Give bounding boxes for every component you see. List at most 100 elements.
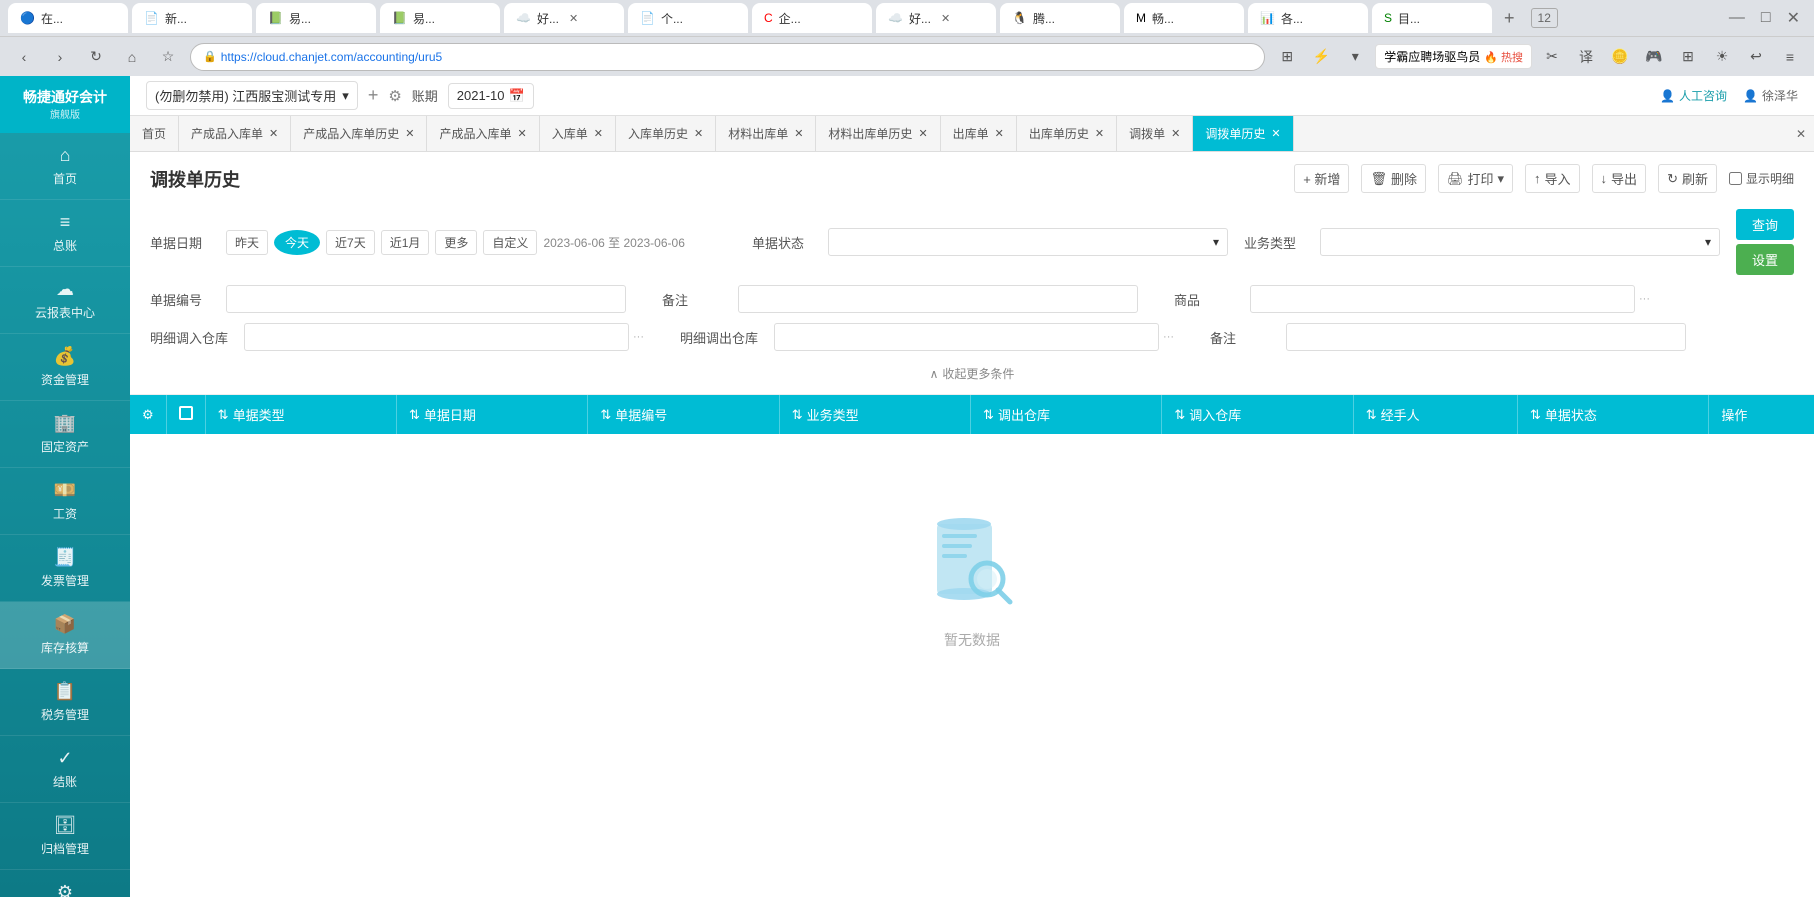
tab-material-out[interactable]: 材料出库单 ✕ (716, 116, 816, 152)
date-btn-yesterday[interactable]: 昨天 (226, 230, 268, 255)
refresh-button[interactable]: ↻ (82, 43, 110, 71)
tab-material-out-close[interactable]: ✕ (794, 127, 803, 140)
browser-tab-0[interactable]: 🔵 在... (8, 3, 128, 33)
tab-stock-in-close[interactable]: ✕ (594, 127, 603, 140)
tab-product-in-history-close[interactable]: ✕ (405, 127, 414, 140)
sidebar-item-invoice[interactable]: 🧾 发票管理 (0, 535, 130, 602)
status-filter-select[interactable]: ▾ (828, 228, 1228, 256)
sidebar-item-reports[interactable]: ☁ 云报表中心 (0, 267, 130, 334)
detail-remark-input[interactable] (1286, 323, 1686, 351)
tab-stock-out-close[interactable]: ✕ (995, 127, 1004, 140)
company-selector[interactable]: (勿删勿禁用) 江西服宝测试专用 ▾ (146, 81, 358, 110)
lightning-button[interactable]: ⚡ (1307, 43, 1335, 71)
tab-product-in[interactable]: 产成品入库单 ✕ (179, 116, 291, 152)
grid-icon[interactable]: ⊞ (1674, 43, 1702, 71)
date-btn-custom[interactable]: 自定义 (483, 230, 537, 255)
search-bar[interactable]: 学霸应聘场驱鸟员 🔥 热搜 (1375, 44, 1532, 69)
tab-material-out-history[interactable]: 材料出库单历史 ✕ (816, 116, 940, 152)
tab-stock-out-history[interactable]: 出库单历史 ✕ (1017, 116, 1117, 152)
home-button[interactable]: ⌂ (118, 43, 146, 71)
sidebar-item-ledger[interactable]: ≡ 总账 (0, 200, 130, 267)
th-checkbox[interactable] (166, 395, 205, 434)
maximize-button[interactable]: □ (1755, 9, 1777, 27)
th-transfer-in[interactable]: ⇅ 调入仓库 (1162, 395, 1353, 434)
undo-icon[interactable]: ↩ (1742, 43, 1770, 71)
minimize-button[interactable]: — (1723, 9, 1751, 27)
th-doc-date[interactable]: ⇅ 单据日期 (397, 395, 588, 434)
query-button[interactable]: 查询 (1736, 209, 1794, 240)
forward-button[interactable]: › (46, 43, 74, 71)
refresh-button-page[interactable]: ↻ 刷新 (1658, 164, 1717, 193)
tab-transfer-history-close[interactable]: ✕ (1271, 127, 1280, 140)
menu-icon[interactable]: ≡ (1776, 43, 1804, 71)
import-button[interactable]: ↑ 导入 (1525, 164, 1580, 193)
tabs-collapse-button[interactable]: ✕ (1796, 127, 1806, 141)
browser-tab-7[interactable]: ☁️ 好... ✕ (876, 3, 996, 33)
back-button[interactable]: ‹ (10, 43, 38, 71)
bookmark-button[interactable]: ☆ (154, 43, 182, 71)
sidebar-item-home[interactable]: ⌂ 首页 (0, 133, 130, 200)
tab-close-7[interactable]: ✕ (941, 12, 950, 25)
tab-transfer[interactable]: 调拨单 ✕ (1117, 116, 1193, 152)
tab-stock-out[interactable]: 出库单 ✕ (941, 116, 1017, 152)
sidebar-item-fund[interactable]: 💰 资金管理 (0, 334, 130, 401)
new-button[interactable]: + 新增 (1294, 164, 1349, 193)
browser-tab-2[interactable]: 📗 易... (256, 3, 376, 33)
detail-out-input[interactable] (774, 323, 1159, 351)
browser-tab-9[interactable]: M 畅... (1124, 3, 1244, 33)
th-doc-number[interactable]: ⇅ 单据编号 (588, 395, 779, 434)
browser-tab-3[interactable]: 📗 易... (380, 3, 500, 33)
display-detail-checkbox-input[interactable] (1729, 172, 1742, 185)
th-doc-type[interactable]: ⇅ 单据类型 (205, 395, 396, 434)
close-browser-button[interactable]: ✕ (1781, 8, 1806, 28)
user-info[interactable]: 👤 徐泽华 (1743, 87, 1798, 104)
date-btn-today[interactable]: 今天 (274, 230, 320, 255)
sidebar-item-archive[interactable]: 🗄 归档管理 (0, 803, 130, 870)
game-icon[interactable]: 🎮 (1640, 43, 1668, 71)
browser-tab-1[interactable]: 📄 新... (132, 3, 252, 33)
scissor-icon[interactable]: ✂ (1538, 43, 1566, 71)
display-detail-checkbox[interactable]: 显示明细 (1729, 170, 1794, 187)
sidebar-item-close-accounts[interactable]: ✓ 结账 (0, 736, 130, 803)
th-doc-status[interactable]: ⇅ 单据状态 (1518, 395, 1709, 434)
remark-input[interactable] (738, 285, 1138, 313)
dropdown-button[interactable]: ▾ (1341, 43, 1369, 71)
url-bar[interactable]: 🔒 https://cloud.chanjet.com/accounting/u… (190, 43, 1265, 71)
export-button[interactable]: ↓ 导出 (1592, 164, 1647, 193)
sidebar-item-inventory[interactable]: 📦 库存核算 (0, 602, 130, 669)
moon-icon[interactable]: ☀ (1708, 43, 1736, 71)
delete-button[interactable]: 🗑 删除 (1361, 164, 1426, 193)
browser-tab-10[interactable]: 📊 各... (1248, 3, 1368, 33)
th-transfer-out[interactable]: ⇅ 调出仓库 (971, 395, 1162, 434)
tab-home[interactable]: 首页 (130, 116, 179, 152)
extensions-button[interactable]: ⊞ (1273, 43, 1301, 71)
detail-out-more-button[interactable]: ··· (1163, 331, 1174, 343)
tab-stock-in[interactable]: 入库单 ✕ (540, 116, 616, 152)
tab-product-in-close[interactable]: ✕ (269, 127, 278, 140)
customer-service-link[interactable]: 👤 人工咨询 (1660, 87, 1727, 104)
tab-product-in2[interactable]: 产成品入库单 ✕ (427, 116, 539, 152)
detail-in-more-button[interactable]: ··· (633, 331, 644, 343)
coin-icon[interactable]: 🪙 (1606, 43, 1634, 71)
translate-icon[interactable]: 译 (1572, 43, 1600, 71)
tab-product-in-history[interactable]: 产成品入库单历史 ✕ (291, 116, 427, 152)
browser-tab-5[interactable]: 📄 个... (628, 3, 748, 33)
browser-tab-4[interactable]: ☁️ 好... ✕ (504, 3, 624, 33)
browser-tab-8[interactable]: 🐧 腾... (1000, 3, 1120, 33)
tab-transfer-close[interactable]: ✕ (1171, 127, 1180, 140)
th-gear[interactable]: ⚙ (130, 395, 166, 434)
tab-transfer-history[interactable]: 调拨单历史 ✕ (1193, 116, 1293, 152)
th-business-type[interactable]: ⇅ 业务类型 (779, 395, 970, 434)
tab-close-4[interactable]: ✕ (569, 12, 578, 25)
sidebar-item-tax[interactable]: 📋 税务管理 (0, 669, 130, 736)
settings-button[interactable]: 设置 (1736, 244, 1794, 275)
goods-more-button[interactable]: ··· (1639, 293, 1650, 305)
collapse-more-button[interactable]: ∧ 收起更多条件 (150, 361, 1794, 386)
browser-tab-11[interactable]: S 目... (1372, 3, 1492, 33)
tab-stock-out-history-close[interactable]: ✕ (1095, 127, 1104, 140)
tab-stock-in-history[interactable]: 入库单历史 ✕ (616, 116, 716, 152)
plus-button[interactable]: + (368, 85, 379, 106)
select-all-checkbox[interactable] (179, 406, 193, 420)
print-button[interactable]: 🖨 打印 ▾ (1438, 164, 1513, 193)
gear-button[interactable]: ⚙ (388, 87, 401, 105)
